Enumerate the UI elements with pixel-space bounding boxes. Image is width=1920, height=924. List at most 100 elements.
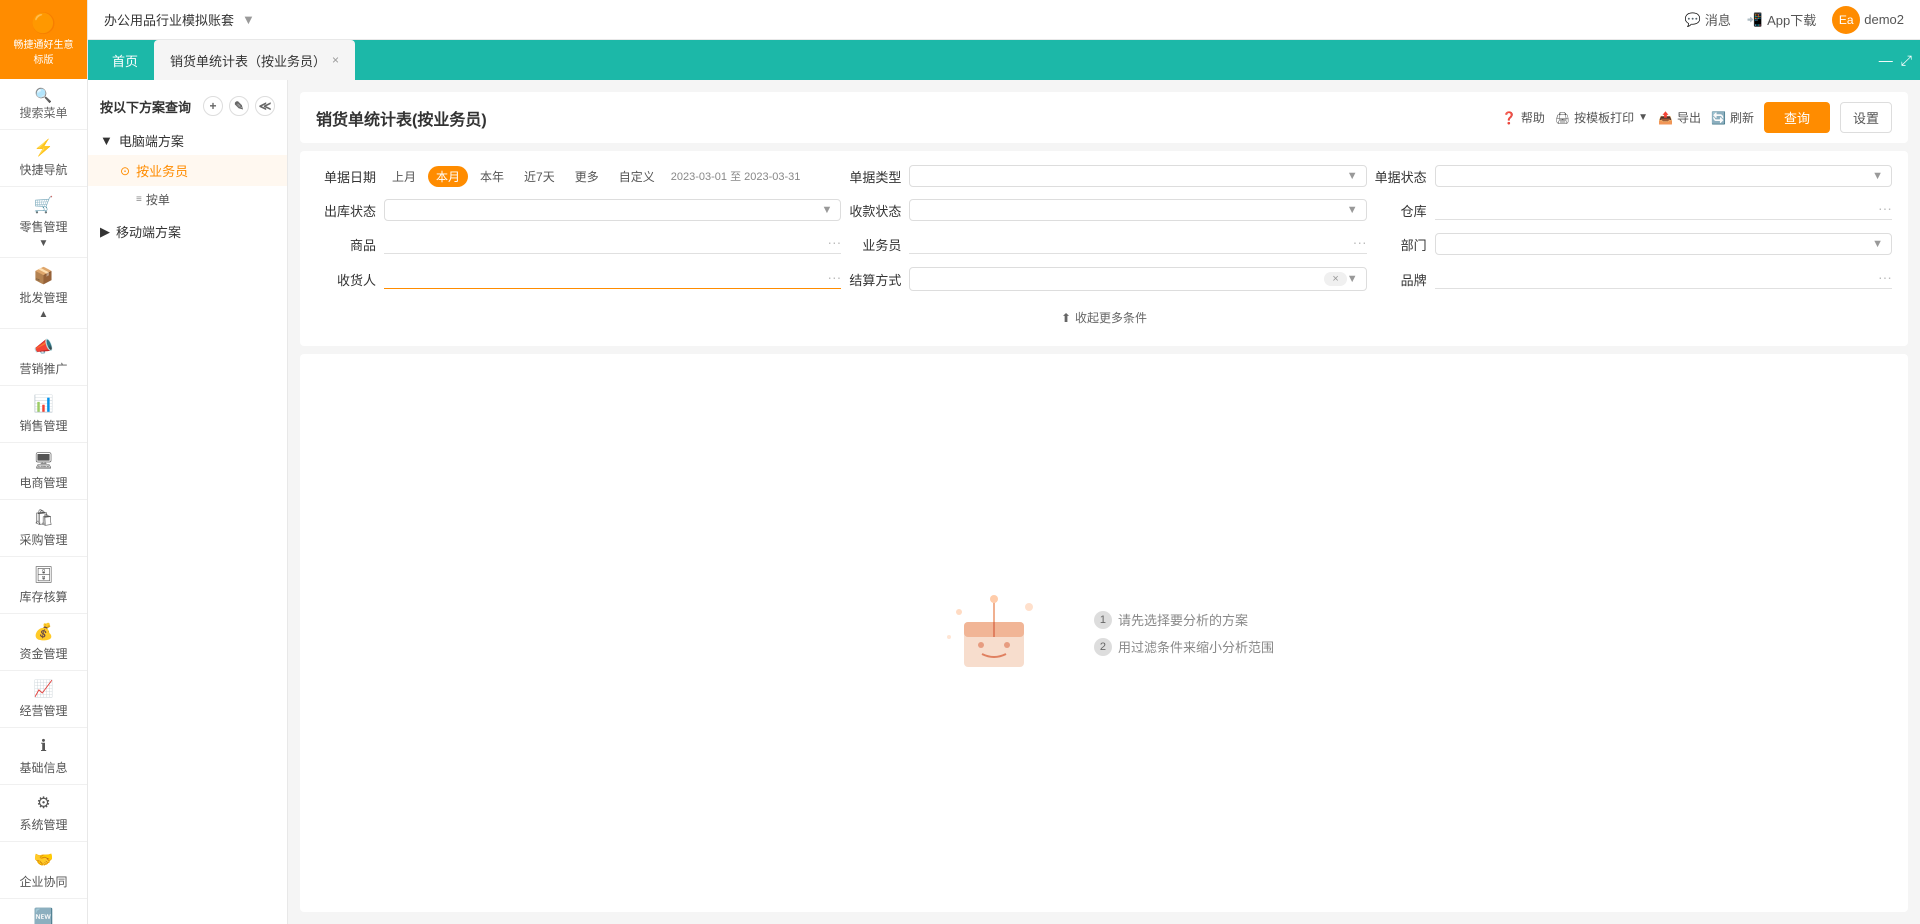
sidebar-item-ecommerce[interactable]: 🖥 电商管理	[0, 443, 87, 500]
salesperson-dots[interactable]: ···	[1353, 234, 1367, 250]
settings-btn[interactable]: 设置	[1840, 102, 1892, 133]
sidebar-item-operations[interactable]: 📈 经营管理	[0, 671, 87, 728]
clear-icon[interactable]: ×	[1332, 273, 1338, 285]
warehouse-dots[interactable]: ···	[1878, 200, 1892, 216]
collapse-more-btn[interactable]: ⬆ 收起更多条件	[316, 303, 1892, 332]
refresh-icon: 🔄	[1711, 111, 1726, 125]
username-label: demo2	[1864, 12, 1904, 27]
company-dropdown-icon[interactable]: ▼	[242, 12, 255, 27]
filter-field-date: 单据日期 上月 本月 本年 近7天 更多 自定义 2023-03-01 至 20…	[316, 166, 841, 187]
out-status-arrow-icon: ▼	[821, 204, 832, 216]
collapse-icon: ⬆	[1061, 311, 1071, 325]
tab-expand-area: — ⤢	[1879, 52, 1912, 69]
filter-field-payment-status: 收款状态 ▼	[841, 199, 1366, 221]
sidebar-item-sales[interactable]: 📊 销售管理	[0, 386, 87, 443]
operations-label: 经营管理	[19, 702, 67, 719]
payment-status-arrow-icon: ▼	[1347, 204, 1358, 216]
help-btn[interactable]: ❓ 帮助	[1502, 109, 1545, 126]
wholesale-icon: 📦	[34, 266, 54, 286]
tip-text-1: 请先选择要分析的方案	[1118, 610, 1248, 629]
query-btn[interactable]: 查询	[1764, 102, 1830, 133]
app-download-btn[interactable]: 📲 App下载	[1747, 10, 1816, 29]
sidebar-logo[interactable]: 🟠 畅捷通好生意标版	[0, 0, 87, 79]
inventory-label: 库存核算	[19, 588, 67, 605]
filter-row-4: 收货人 ··· 结算方式 × ▼	[316, 267, 1892, 291]
scheme-active-icon: ⊙	[120, 164, 130, 178]
warehouse-label: 仓库	[1367, 201, 1427, 220]
date-btn-this-year[interactable]: 本年	[472, 166, 512, 187]
right-panel: 销货单统计表(按业务员) ❓ 帮助 🖨 按模板打印 ▼ 📤 导出	[288, 80, 1920, 924]
salesperson-input-wrap: ···	[909, 234, 1366, 254]
message-icon: 💬	[1685, 12, 1701, 28]
doc-status-arrow-icon: ▼	[1872, 170, 1883, 182]
date-btn-last-7days[interactable]: 近7天	[516, 166, 563, 187]
doc-status-label: 单据状态	[1367, 167, 1427, 186]
page-title-bar: 销货单统计表(按业务员) ❓ 帮助 🖨 按模板打印 ▼ 📤 导出	[300, 92, 1908, 143]
empty-state: 1 请先选择要分析的方案 2 用过滤条件来缩小分析范围	[300, 354, 1908, 912]
tab-home[interactable]: 首页	[96, 40, 154, 80]
payment-method-select[interactable]: × ▼	[909, 267, 1366, 291]
empty-tips: 1 请先选择要分析的方案 2 用过滤条件来缩小分析范围	[1094, 610, 1274, 656]
sales-icon: 📊	[34, 394, 54, 414]
doc-type-select[interactable]: ▼	[909, 165, 1366, 187]
collapse-panel-btn[interactable]: ≪	[255, 96, 275, 116]
sidebar-item-wholesale[interactable]: 📦 批发管理 ▲	[0, 258, 87, 329]
scheme-sub-item-by-order[interactable]: ≡ 按单	[88, 186, 287, 213]
pc-scheme-group-header[interactable]: ▼ 电脑端方案	[88, 126, 287, 155]
doc-status-select[interactable]: ▼	[1435, 165, 1892, 187]
filter-row-2: 出库状态 ▼ 收款状态 ▼ 仓库	[316, 199, 1892, 221]
sidebar-item-marketing[interactable]: 📣 营销推广	[0, 329, 87, 386]
avatar-initials: Ea	[1839, 13, 1854, 27]
sidebar-item-quick-nav[interactable]: ⚡ 快捷导航	[0, 130, 87, 187]
sidebar-item-retail[interactable]: 🛒 零售管理 ▼	[0, 187, 87, 258]
pc-scheme-expand-icon: ▼	[100, 133, 113, 148]
filter-field-department: 部门 ▼	[1367, 233, 1892, 255]
sidebar-item-system[interactable]: ⚙ 系统管理	[0, 785, 87, 842]
department-select[interactable]: ▼	[1435, 233, 1892, 255]
tab-minimize-icon[interactable]: —	[1879, 52, 1893, 69]
user-menu[interactable]: Ea demo2	[1832, 6, 1904, 34]
date-btn-last-month[interactable]: 上月	[384, 166, 424, 187]
basic-info-label: 基础信息	[19, 759, 67, 776]
payment-status-select[interactable]: ▼	[909, 199, 1366, 221]
sidebar-item-inventory[interactable]: 🗄 库存核算	[0, 557, 87, 614]
wholesale-arrow-icon: ▲	[39, 309, 49, 320]
scheme-item-by-salesperson[interactable]: ⊙ 按业务员	[88, 155, 287, 186]
sidebar-item-new-user[interactable]: 🆕 新手引导	[0, 899, 87, 924]
tab-close-icon[interactable]: ×	[332, 53, 339, 67]
sidebar-item-basic-info[interactable]: ℹ 基础信息	[0, 728, 87, 785]
date-btn-more[interactable]: 更多	[567, 166, 607, 187]
out-status-label: 出库状态	[316, 201, 376, 220]
quick-nav-label: 快捷导航	[19, 161, 67, 178]
receiver-dots[interactable]: ···	[827, 269, 841, 285]
refresh-label: 刷新	[1730, 109, 1754, 126]
export-btn[interactable]: 📤 导出	[1658, 109, 1701, 126]
company-name: 办公用品行业模拟账套	[104, 10, 234, 29]
tab-sales-stat[interactable]: 销货单统计表（按业务员） ×	[154, 40, 355, 80]
edit-scheme-btn[interactable]: ✎	[229, 96, 249, 116]
sidebar-item-finance[interactable]: 💰 资金管理	[0, 614, 87, 671]
brand-dots[interactable]: ···	[1878, 269, 1892, 285]
date-btn-this-month[interactable]: 本月	[428, 166, 468, 187]
print-icon: 🖨	[1555, 111, 1570, 125]
product-dots[interactable]: ···	[827, 234, 841, 250]
tab-maximize-icon[interactable]: ⤢	[1901, 52, 1912, 69]
scheme-by-order-label: 按单	[146, 191, 170, 208]
finance-label: 资金管理	[19, 645, 67, 662]
sidebar-search[interactable]: 🔍 搜索菜单	[0, 79, 87, 130]
retail-label: 零售管理	[19, 218, 67, 235]
date-btn-custom[interactable]: 自定义	[611, 166, 663, 187]
mobile-scheme-group-header[interactable]: ▶ 移动端方案	[88, 217, 287, 246]
message-btn[interactable]: 💬 消息	[1685, 10, 1731, 29]
tip-num-1: 1	[1094, 611, 1112, 629]
filter-row-1: 单据日期 上月 本月 本年 近7天 更多 自定义 2023-03-01 至 20…	[316, 165, 1892, 187]
sidebar-item-purchase[interactable]: 🛍 采购管理	[0, 500, 87, 557]
out-status-select[interactable]: ▼	[384, 199, 841, 221]
refresh-btn[interactable]: 🔄 刷新	[1711, 109, 1754, 126]
add-scheme-btn[interactable]: +	[203, 96, 223, 116]
product-input-wrap: ···	[384, 234, 841, 254]
collapse-label: 收起更多条件	[1075, 309, 1147, 326]
sidebar-item-enterprise[interactable]: 🤝 企业协同	[0, 842, 87, 899]
left-panel-header: 按以下方案查询 + ✎ ≪	[88, 90, 287, 122]
template-print-btn[interactable]: 🖨 按模板打印 ▼	[1555, 109, 1648, 126]
